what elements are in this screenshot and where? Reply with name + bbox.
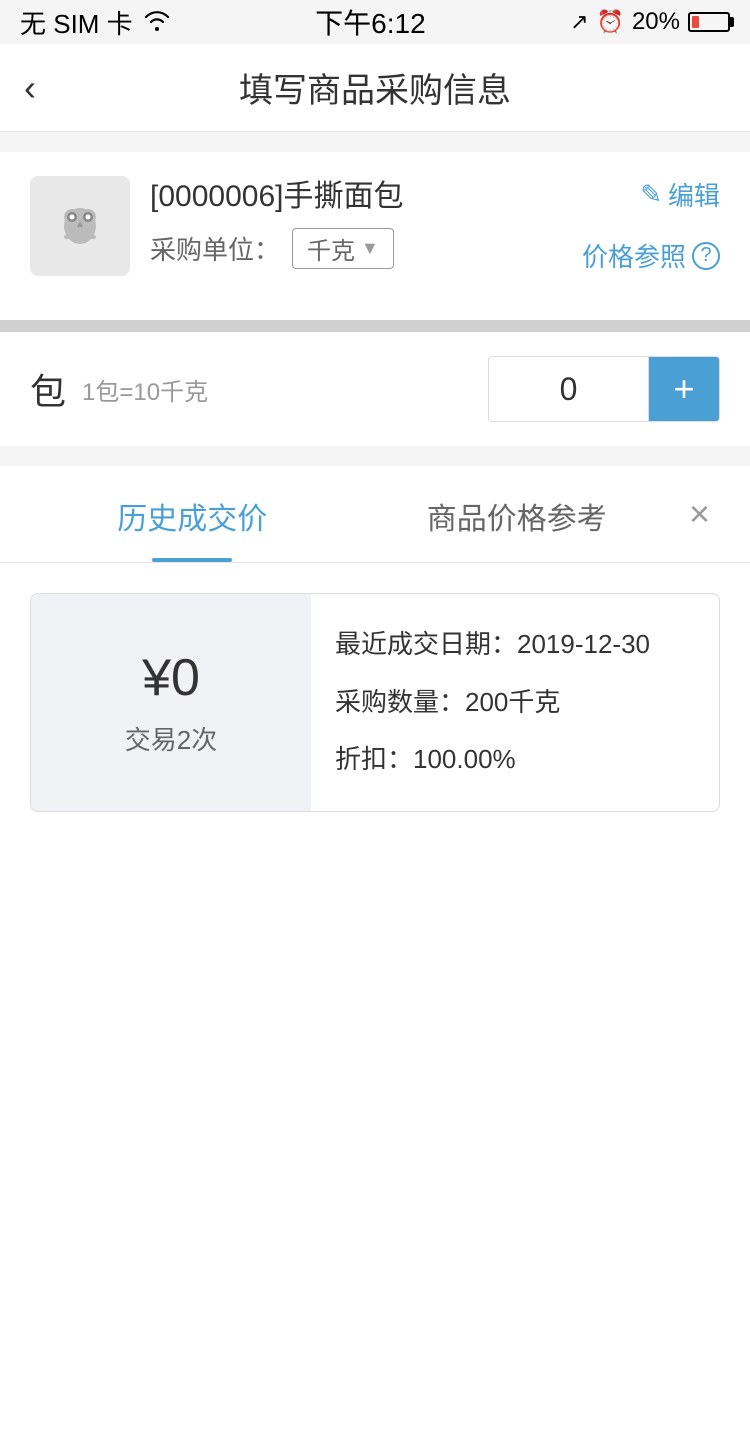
status-time: 下午6:12 xyxy=(315,2,426,42)
quantity-row-detail: 采购数量：200千克 xyxy=(335,682,695,724)
product-card: [0000006]手撕面包 采购单位： 千克 ▼ ✎ 编辑 价格参照 ? xyxy=(0,152,750,320)
edit-label: 编辑 xyxy=(668,176,720,213)
discount-label: 折扣： xyxy=(335,744,413,774)
product-info: [0000006]手撕面包 采购单位： 千克 ▼ xyxy=(150,176,403,269)
product-header: [0000006]手撕面包 采购单位： 千克 ▼ ✎ 编辑 价格参照 ? xyxy=(30,176,720,276)
tab-history-price[interactable]: 历史成交价 xyxy=(30,466,354,562)
status-carrier: 无 SIM 卡 xyxy=(20,4,171,41)
battery-percent: 20% xyxy=(632,8,680,36)
price-ref-button[interactable]: 价格参照 ? xyxy=(582,237,720,274)
unit-conversion: 1包=10千克 xyxy=(82,372,208,407)
currency-symbol: ¥ xyxy=(142,649,171,707)
quantity-row: 包 1包=10千克 + xyxy=(0,332,750,446)
back-button[interactable]: ‹ xyxy=(24,67,36,109)
history-price: ¥0 xyxy=(142,648,200,708)
product-logo xyxy=(50,191,110,261)
edit-button[interactable]: ✎ 编辑 xyxy=(640,176,720,213)
history-trade-count: 交易2次 xyxy=(125,720,217,757)
nav-bar: ‹ 填写商品采购信息 xyxy=(0,44,750,132)
tab-content: ¥0 交易2次 最近成交日期：2019-12-30 采购数量：200千克 折扣：… xyxy=(0,563,750,842)
quantity-left: 包 1包=10千克 xyxy=(30,363,208,415)
quantity-plus-button[interactable]: + xyxy=(649,357,719,421)
price-ref-label: 价格参照 xyxy=(582,237,686,274)
tab-section: 历史成交价 商品价格参考 × ¥0 交易2次 最近成交日期：2019-12-30… xyxy=(0,466,750,842)
product-unit-row: 采购单位： 千克 ▼ xyxy=(150,228,403,269)
quantity-unit: 包 xyxy=(30,363,66,415)
carrier-text: 无 SIM 卡 xyxy=(20,4,133,41)
status-icons: ↗ ⏰ 20% xyxy=(570,8,730,36)
bottom-space xyxy=(0,842,750,1442)
dropdown-arrow-icon: ▼ xyxy=(361,238,379,259)
product-left: [0000006]手撕面包 采购单位： 千克 ▼ xyxy=(30,176,403,276)
help-icon: ? xyxy=(692,242,720,270)
tab-close-button[interactable]: × xyxy=(679,496,720,532)
unit-value: 千克 xyxy=(307,231,355,266)
product-right: ✎ 编辑 价格参照 ? xyxy=(582,176,720,274)
quantity-control: + xyxy=(488,356,720,422)
recent-date-row: 最近成交日期：2019-12-30 xyxy=(335,624,695,666)
status-bar: 无 SIM 卡 下午6:12 ↗ ⏰ 20% xyxy=(0,0,750,44)
location-icon: ↗ xyxy=(570,9,588,35)
alarm-icon: ⏰ xyxy=(597,9,624,35)
quantity-detail-value: 200千克 xyxy=(465,687,560,717)
tab-history-label: 历史成交价 xyxy=(117,503,267,536)
tab-price-ref-label: 商品价格参考 xyxy=(427,503,607,536)
product-name: [0000006]手撕面包 xyxy=(150,176,403,218)
section-divider xyxy=(0,320,750,332)
history-left-panel: ¥0 交易2次 xyxy=(31,594,311,811)
recent-date-label: 最近成交日期： xyxy=(335,629,517,659)
edit-icon: ✎ xyxy=(640,179,662,210)
discount-value: 100.00% xyxy=(413,744,516,774)
wifi-icon xyxy=(143,7,171,38)
tab-price-ref[interactable]: 商品价格参考 xyxy=(354,466,678,562)
tab-header: 历史成交价 商品价格参考 × xyxy=(0,466,750,563)
history-price-card: ¥0 交易2次 最近成交日期：2019-12-30 采购数量：200千克 折扣：… xyxy=(30,593,720,812)
unit-select[interactable]: 千克 ▼ xyxy=(292,228,394,269)
product-thumbnail xyxy=(30,176,130,276)
history-right-panel: 最近成交日期：2019-12-30 采购数量：200千克 折扣：100.00% xyxy=(311,594,719,811)
battery-icon xyxy=(688,12,730,32)
discount-row: 折扣：100.00% xyxy=(335,739,695,781)
quantity-input[interactable] xyxy=(489,357,649,421)
unit-label-text: 采购单位： xyxy=(150,230,280,267)
quantity-detail-label: 采购数量： xyxy=(335,687,465,717)
recent-date-value: 2019-12-30 xyxy=(517,629,650,659)
price-value: 0 xyxy=(171,649,200,707)
page-title: 填写商品采购信息 xyxy=(239,63,511,112)
